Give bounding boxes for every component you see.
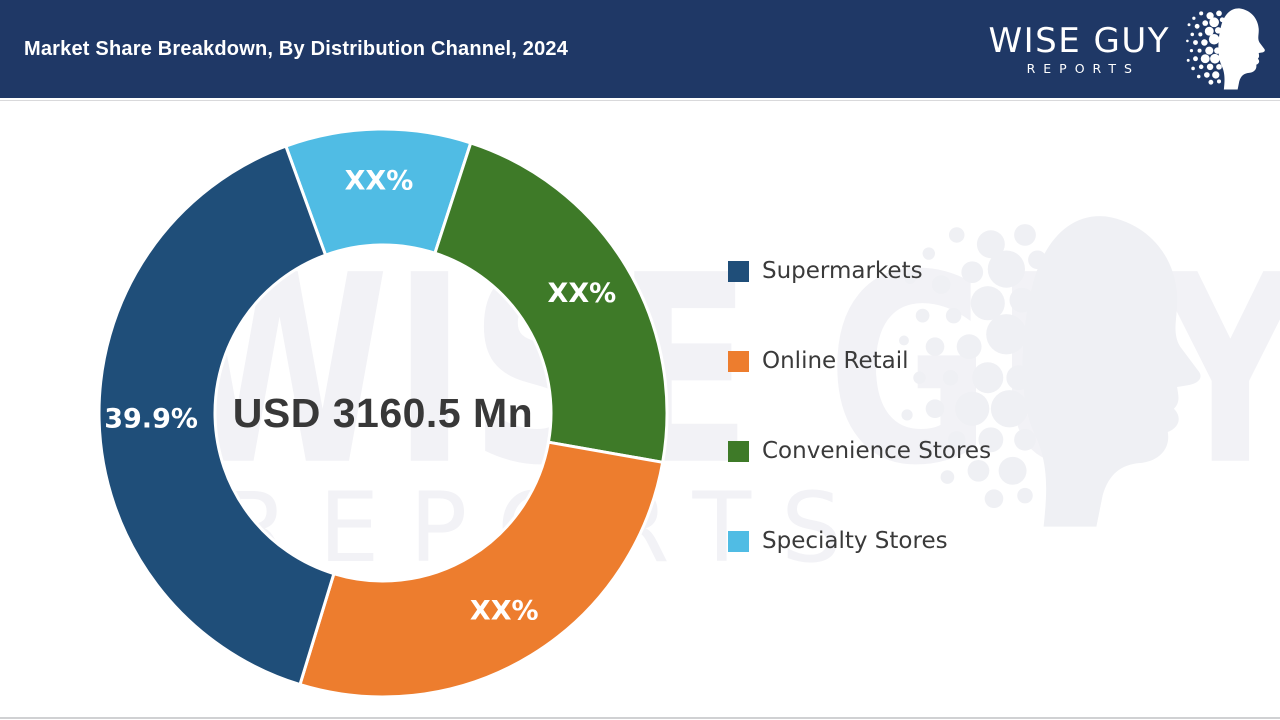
- legend-label-convenience-stores: Convenience Stores: [762, 438, 992, 464]
- legend-swatch-convenience-stores: [728, 440, 749, 462]
- legend-label-online-retail: Online Retail: [762, 348, 909, 374]
- donut-segment-label-online-retail: XX%: [470, 595, 539, 626]
- donut-center-value: USD 3160.5 Mn: [232, 390, 534, 436]
- legend: Supermarkets Online Retail Convenience S…: [728, 258, 991, 554]
- legend-swatch-online-retail: [728, 350, 749, 372]
- donut-segment-label-specialty-stores: XX%: [345, 166, 414, 197]
- legend-swatch-specialty-stores: [728, 530, 749, 552]
- legend-item-convenience-stores: Convenience Stores: [728, 438, 991, 464]
- legend-label-supermarkets: Supermarkets: [762, 258, 923, 284]
- face-profile-icon: [1186, 8, 1265, 90]
- legend-swatch-supermarkets: [728, 260, 749, 282]
- logo-brand-subtitle: REPORTS: [1026, 60, 1140, 76]
- donut-segment-online-retail: [298, 440, 665, 699]
- donut-segment-label-convenience-stores: XX%: [548, 278, 617, 309]
- legend-label-specialty-stores: Specialty Stores: [762, 528, 948, 554]
- legend-item-specialty-stores: Specialty Stores: [728, 528, 991, 554]
- header: Market Share Breakdown, By Distribution …: [0, 0, 1280, 98]
- logo-text: WISE GUY REPORTS: [988, 23, 1170, 76]
- legend-item-supermarkets: Supermarkets: [728, 258, 991, 284]
- legend-item-online-retail: Online Retail: [728, 348, 991, 374]
- report-infographic: Market Share Breakdown, By Distribution …: [0, 0, 1280, 720]
- chart-area: WISE GUY REPORTS XX%XX%XX%39.9% USD 3160…: [0, 100, 1280, 718]
- header-divider: [0, 100, 1280, 101]
- wise-guy-reports-logo: WISE GUY REPORTS: [988, 8, 1266, 90]
- chart-title: Market Share Breakdown, By Distribution …: [24, 37, 569, 60]
- bottom-border: [0, 717, 1280, 719]
- logo-brand-name: WISE GUY: [988, 20, 1170, 61]
